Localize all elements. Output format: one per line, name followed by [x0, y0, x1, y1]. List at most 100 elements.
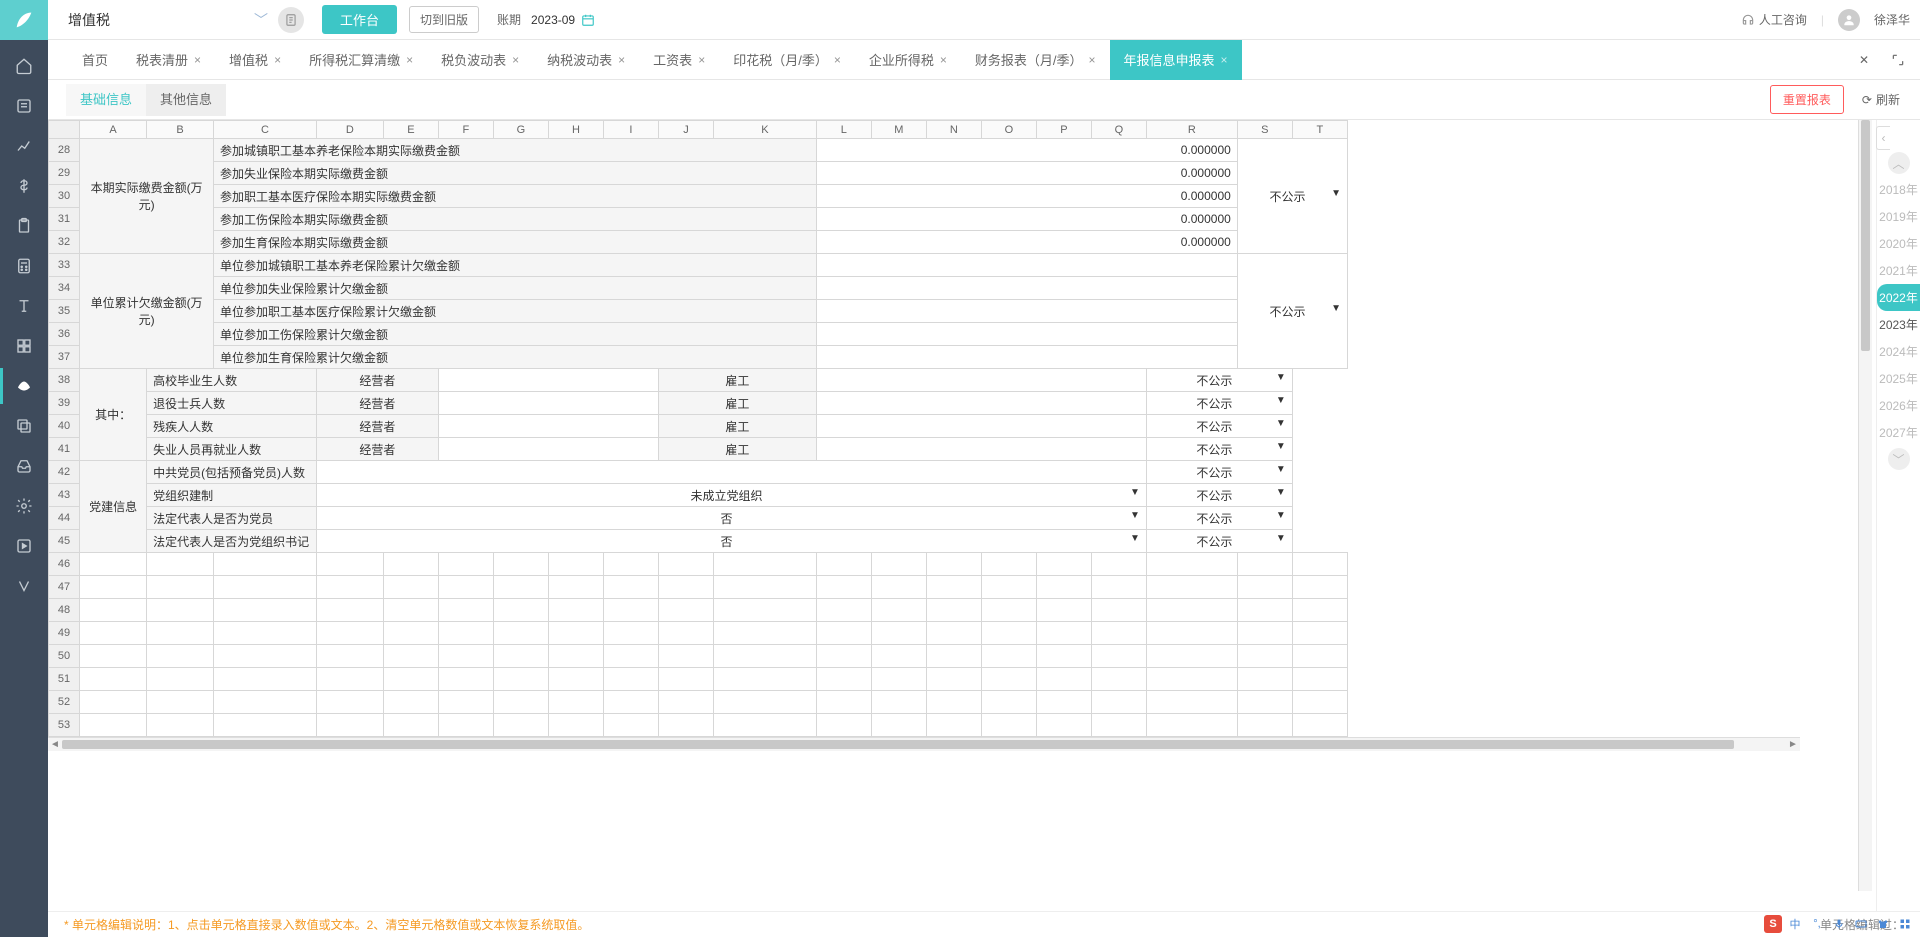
- row-header[interactable]: 44: [49, 507, 80, 530]
- cell[interactable]: 残疾人人数: [147, 415, 317, 438]
- cell[interactable]: [493, 645, 548, 668]
- cell[interactable]: [383, 714, 438, 737]
- tab-0[interactable]: 首页: [68, 40, 122, 80]
- cell[interactable]: 不公示▼: [1237, 139, 1347, 254]
- col-header[interactable]: H: [548, 121, 603, 139]
- row-header[interactable]: 37: [49, 346, 80, 369]
- cell[interactable]: [1091, 714, 1146, 737]
- cell[interactable]: [316, 645, 383, 668]
- cell[interactable]: [713, 668, 816, 691]
- col-header[interactable]: D: [316, 121, 383, 139]
- row-header[interactable]: 29: [49, 162, 80, 185]
- ime-punct-icon[interactable]: °,: [1808, 915, 1826, 933]
- cell[interactable]: 不公示▼: [1146, 461, 1292, 484]
- col-header[interactable]: R: [1146, 121, 1237, 139]
- row-header[interactable]: 33: [49, 254, 80, 277]
- cell[interactable]: [713, 622, 816, 645]
- cell[interactable]: [493, 691, 548, 714]
- calendar-icon[interactable]: [581, 13, 595, 27]
- dropdown-icon[interactable]: ▼: [1276, 510, 1286, 521]
- year-item[interactable]: 2023年: [1877, 311, 1920, 338]
- row-header[interactable]: 40: [49, 415, 80, 438]
- close-icon[interactable]: ×: [512, 53, 519, 67]
- row-header[interactable]: 49: [49, 622, 80, 645]
- cell[interactable]: [548, 622, 603, 645]
- row-header[interactable]: 45: [49, 530, 80, 553]
- cell[interactable]: 参加工伤保险本期实际缴费金额: [214, 208, 817, 231]
- cell[interactable]: [1091, 668, 1146, 691]
- cell[interactable]: [1091, 576, 1146, 599]
- cell[interactable]: [658, 691, 713, 714]
- cell[interactable]: [1146, 691, 1237, 714]
- cell[interactable]: [658, 553, 713, 576]
- cell[interactable]: [80, 622, 147, 645]
- cell[interactable]: [816, 369, 1146, 392]
- cell[interactable]: [80, 576, 147, 599]
- cell[interactable]: [713, 691, 816, 714]
- row-header[interactable]: 53: [49, 714, 80, 737]
- cell[interactable]: [816, 438, 1146, 461]
- year-up-icon[interactable]: ︿: [1888, 152, 1910, 174]
- year-item[interactable]: 2026年: [1877, 392, 1920, 419]
- vertical-scrollbar[interactable]: [1858, 120, 1872, 891]
- cell[interactable]: [438, 438, 658, 461]
- cell[interactable]: [1036, 576, 1091, 599]
- cell[interactable]: [548, 599, 603, 622]
- cell[interactable]: [1036, 622, 1091, 645]
- reset-report-button[interactable]: 重置报表: [1770, 85, 1844, 114]
- cell[interactable]: [438, 392, 658, 415]
- cell[interactable]: [981, 691, 1036, 714]
- cell[interactable]: [816, 714, 871, 737]
- row-header[interactable]: 28: [49, 139, 80, 162]
- cell[interactable]: [1036, 645, 1091, 668]
- ime-s-icon[interactable]: S: [1764, 915, 1782, 933]
- col-header[interactable]: P: [1036, 121, 1091, 139]
- cell[interactable]: 其中：: [80, 369, 147, 461]
- expand-button[interactable]: [1888, 50, 1908, 70]
- cell[interactable]: 雇工: [658, 392, 816, 415]
- cell[interactable]: [383, 576, 438, 599]
- row-header[interactable]: 34: [49, 277, 80, 300]
- row-header[interactable]: 48: [49, 599, 80, 622]
- cell[interactable]: [871, 645, 926, 668]
- cell[interactable]: [816, 691, 871, 714]
- cell[interactable]: [1292, 668, 1347, 691]
- cell[interactable]: [981, 714, 1036, 737]
- cell[interactable]: 参加生育保险本期实际缴费金额: [214, 231, 817, 254]
- cell[interactable]: [926, 553, 981, 576]
- cell[interactable]: 否▼: [316, 530, 1146, 553]
- cell[interactable]: [1146, 576, 1237, 599]
- cell[interactable]: [80, 553, 147, 576]
- cell[interactable]: [1237, 691, 1292, 714]
- cell[interactable]: [214, 576, 317, 599]
- cell[interactable]: 不公示▼: [1146, 484, 1292, 507]
- col-header[interactable]: L: [816, 121, 871, 139]
- cell[interactable]: [147, 576, 214, 599]
- cell[interactable]: [816, 277, 1237, 300]
- cell[interactable]: 经营者: [316, 415, 438, 438]
- cell[interactable]: [926, 622, 981, 645]
- cell[interactable]: [871, 599, 926, 622]
- cell[interactable]: 单位参加失业保险累计欠缴金额: [214, 277, 817, 300]
- year-item[interactable]: 2022年: [1877, 284, 1920, 311]
- cell[interactable]: [1237, 622, 1292, 645]
- cell[interactable]: [383, 691, 438, 714]
- cell[interactable]: [438, 645, 493, 668]
- dropdown-icon[interactable]: ▼: [1276, 418, 1286, 429]
- user-name[interactable]: 徐泽华: [1874, 11, 1910, 28]
- cell[interactable]: [316, 576, 383, 599]
- cell[interactable]: [548, 714, 603, 737]
- cell[interactable]: [1036, 599, 1091, 622]
- cell[interactable]: [214, 691, 317, 714]
- cell[interactable]: [383, 622, 438, 645]
- cell[interactable]: [1091, 599, 1146, 622]
- logo[interactable]: [0, 0, 48, 40]
- col-header[interactable]: I: [603, 121, 658, 139]
- cell[interactable]: [383, 553, 438, 576]
- side-calc-icon[interactable]: [0, 248, 48, 284]
- cell[interactable]: [816, 415, 1146, 438]
- cell[interactable]: [214, 714, 317, 737]
- cell[interactable]: [316, 599, 383, 622]
- cell[interactable]: [147, 599, 214, 622]
- cell[interactable]: [603, 714, 658, 737]
